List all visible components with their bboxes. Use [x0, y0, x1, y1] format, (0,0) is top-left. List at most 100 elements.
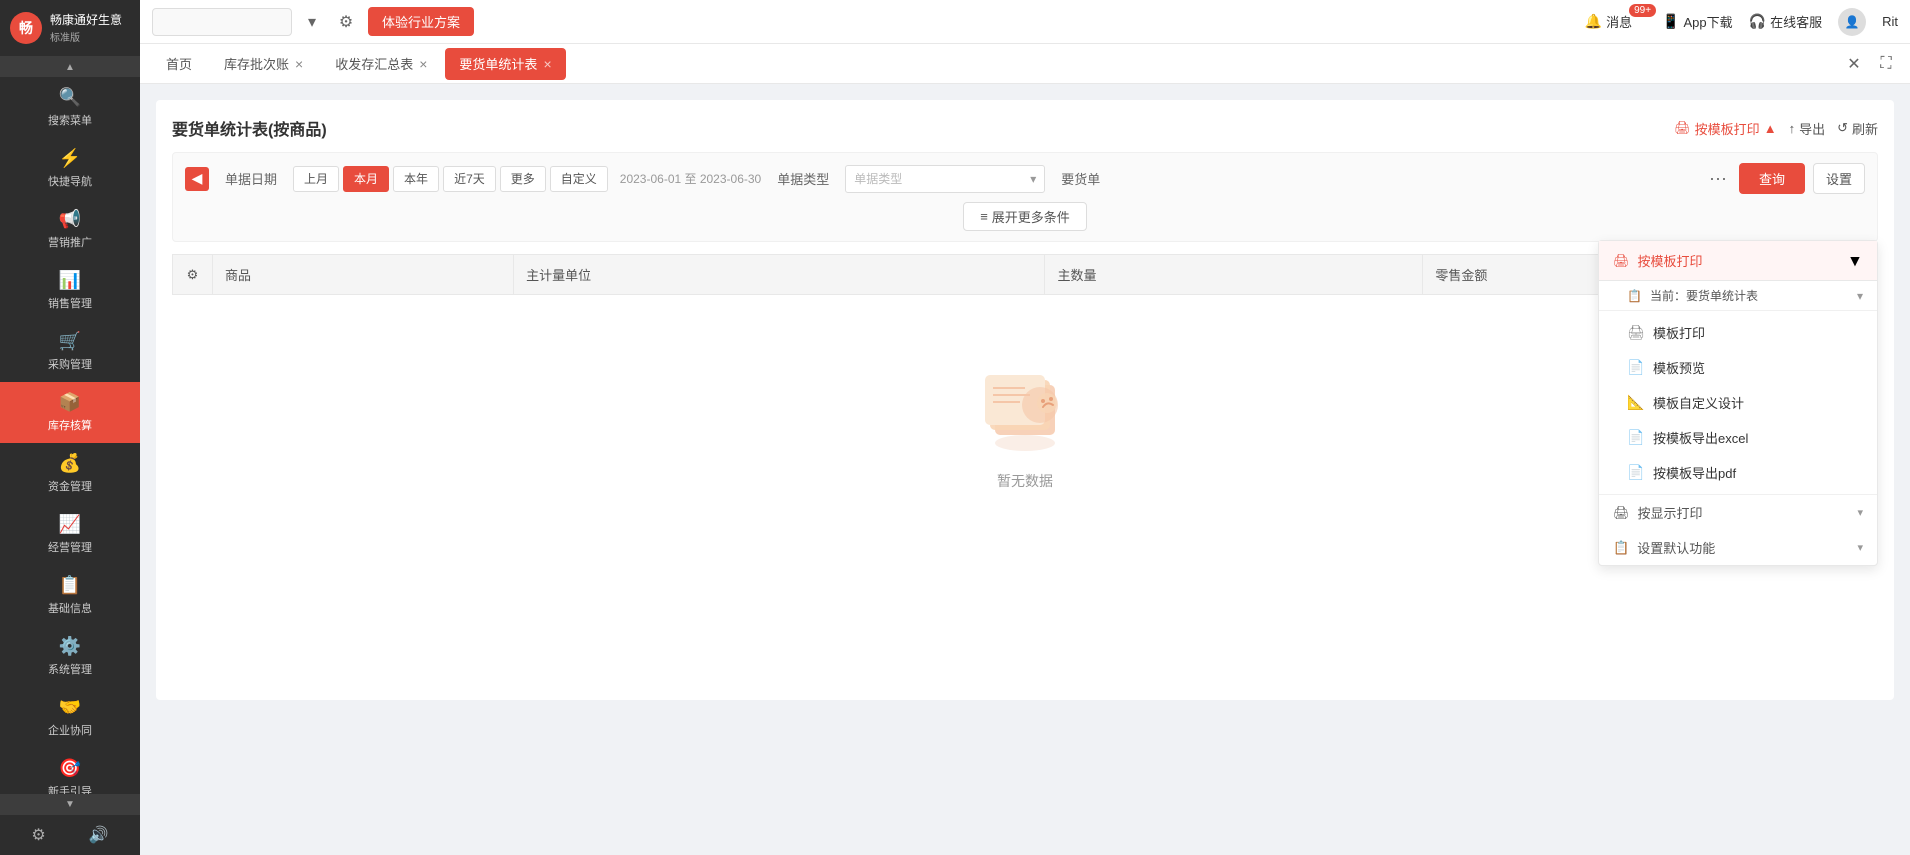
service-icon: 🎧	[1749, 13, 1766, 30]
inventory-icon: 📦	[59, 392, 81, 413]
sidebar-item-search[interactable]: 🔍 搜索菜单	[0, 77, 140, 138]
tabs-maximize-btn[interactable]: ⛶	[1874, 52, 1898, 76]
logo-icon: 畅	[10, 12, 42, 44]
filter-toggle-btn[interactable]: ◀	[185, 167, 209, 191]
set-default-icon: 📋	[1613, 540, 1629, 556]
dropdown-print-icon: 🖨	[1613, 253, 1630, 269]
page-card: 要货单统计表(按商品) 🖨 按模板打印 ▲ ↑ 导出 ↺ 刷新	[156, 100, 1894, 700]
dropdown-item-template-export-pdf[interactable]: 📄 按模板导出pdf	[1599, 455, 1877, 490]
search-icon: 🔍	[59, 87, 81, 108]
tab-order-summary[interactable]: 要货单统计表 ×	[445, 48, 565, 80]
sidebar-item-sales[interactable]: 📊 销售管理	[0, 260, 140, 321]
date-more-btn[interactable]: 更多	[500, 166, 546, 192]
sidebar-item-purchase[interactable]: 🛒 采购管理	[0, 321, 140, 382]
topbar-right: 🔔 消息 99+ 📱 App下载 🎧 在线客服 👤 Rit	[1585, 8, 1898, 36]
date-prev-month-btn[interactable]: 上月	[293, 166, 339, 192]
tabs-bar: 首页 库存批次账 × 收发存汇总表 × 要货单统计表 × ✕ ⛶	[140, 44, 1910, 84]
notice-bell-icon: 🔔	[1585, 13, 1602, 30]
col-quantity: 主数量	[1045, 255, 1423, 295]
sidebar-nav: 🔍 搜索菜单 ⚡ 快捷导航 📢 营销推广 📊 销售管理 🛒 采购管理 📦 库存核…	[0, 77, 140, 794]
sidebar-item-newbie[interactable]: 🎯 新手引导	[0, 748, 140, 794]
col-settings[interactable]: ⚙	[173, 255, 213, 295]
sidebar-item-quicknav[interactable]: ⚡ 快捷导航	[0, 138, 140, 199]
purchase-icon: 🛒	[59, 331, 81, 352]
sidebar-audio-icon[interactable]: 🔊	[89, 825, 109, 845]
filter-doctype-value: 单据类型	[854, 170, 902, 187]
sidebar-item-operation[interactable]: 📈 经营管理	[0, 504, 140, 565]
sales-icon: 📊	[59, 270, 81, 291]
topbar-username[interactable]: Rit	[1882, 14, 1898, 29]
sidebar-item-system[interactable]: ⚙️ 系统管理	[0, 626, 140, 687]
filter-doctype-dropdown[interactable]: 单据类型 ▾	[845, 165, 1045, 193]
tab-inventory-batch-close-icon[interactable]: ×	[295, 57, 303, 71]
sidebar-item-label: 基础信息	[48, 600, 92, 616]
sidebar-item-inventory[interactable]: 📦 库存核算	[0, 382, 140, 443]
date-current-month-btn[interactable]: 本月	[343, 166, 389, 192]
sidebar-item-finance[interactable]: 💰 资金管理	[0, 443, 140, 504]
template-custom-icon: 📐	[1627, 394, 1643, 411]
table-settings-btn[interactable]: 设置	[1813, 163, 1865, 194]
tabs-close-window-btn[interactable]: ✕	[1842, 52, 1866, 76]
sidebar-item-label: 新手引导	[48, 783, 92, 794]
topbar-app-label: App下载	[1684, 12, 1733, 31]
dropdown-item-label: 按模板导出pdf	[1653, 463, 1736, 482]
col-unit: 主计量单位	[514, 255, 1045, 295]
sidebar-item-label: 采购管理	[48, 356, 92, 372]
dropdown-current-template[interactable]: 📋 当前：要货单统计表 ▾	[1599, 281, 1877, 311]
filter-toggle-icon: ◀	[192, 170, 203, 187]
sidebar-scroll-down[interactable]: ▼	[0, 794, 140, 814]
print-template-dropdown: 🖨 按模板打印 ▲ 📋 当前：要货单统计表 ▾ 🖨 模板打印	[1598, 240, 1878, 566]
filter-expand-inner[interactable]: ≡ 展开更多条件	[963, 202, 1087, 231]
topbar: ▾ ⚙ 体验行业方案 🔔 消息 99+ 📱 App下载 🎧 在线客服 👤 Rit	[140, 0, 1910, 44]
sidebar-scroll-up[interactable]: ▲	[0, 57, 140, 77]
current-template-label: 当前：要货单统计表	[1650, 287, 1857, 304]
display-print-arrow-icon: ▾	[1857, 506, 1863, 519]
tab-receipt-summary-close-icon[interactable]: ×	[419, 57, 427, 71]
date-current-year-btn[interactable]: 本年	[393, 166, 439, 192]
topbar-dropdown-btn[interactable]: ▾	[300, 10, 324, 34]
topbar-avatar[interactable]: 👤	[1838, 8, 1866, 36]
set-default-label: 设置默认功能	[1637, 538, 1715, 557]
tab-home[interactable]: 首页	[152, 48, 206, 80]
finance-icon: 💰	[59, 453, 81, 474]
topbar-search-input[interactable]	[152, 8, 292, 36]
sidebar-item-label: 企业协同	[48, 722, 92, 738]
topbar-notice-btn[interactable]: 🔔 消息 99+	[1585, 12, 1646, 31]
query-btn[interactable]: 查询	[1739, 163, 1805, 194]
export-btn[interactable]: ↑ 导出	[1789, 119, 1826, 138]
dropdown-display-print-header[interactable]: 🖨 按显示打印 ▾	[1599, 495, 1877, 530]
dropdown-item-template-export-excel[interactable]: 📄 按模板导出excel	[1599, 420, 1877, 455]
refresh-btn[interactable]: ↺ 刷新	[1837, 119, 1878, 138]
filter-expand-btn[interactable]: ≡ 展开更多条件	[185, 202, 1865, 231]
dropdown-header[interactable]: 🖨 按模板打印 ▲	[1599, 241, 1877, 281]
display-print-icon: 🖨	[1613, 505, 1630, 521]
tab-home-label: 首页	[166, 54, 192, 73]
dropdown-set-default-header[interactable]: 📋 设置默认功能 ▾	[1599, 530, 1877, 565]
sidebar-item-basic[interactable]: 📋 基础信息	[0, 565, 140, 626]
dropdown-item-template-preview[interactable]: 📄 模板预览	[1599, 350, 1877, 385]
notice-badge: 99+	[1629, 4, 1656, 17]
empty-illustration	[975, 355, 1075, 455]
dropdown-arrow-icon: ▾	[1030, 172, 1036, 186]
date-last7days-btn[interactable]: 近7天	[443, 166, 496, 192]
sidebar-settings-icon[interactable]: ⚙	[31, 825, 45, 845]
topbar-app-download-btn[interactable]: 📱 App下载	[1662, 12, 1733, 31]
topbar-promo-button[interactable]: 体验行业方案	[368, 7, 474, 36]
expand-icon: ≡	[980, 209, 988, 224]
tab-order-summary-close-icon[interactable]: ×	[543, 57, 551, 71]
sidebar-item-marketing[interactable]: 📢 营销推广	[0, 199, 140, 260]
print-template-arrow-icon: ▲	[1764, 121, 1777, 136]
topbar-gear-btn[interactable]: ⚙	[332, 8, 360, 36]
tab-receipt-summary[interactable]: 收发存汇总表 ×	[321, 48, 441, 80]
tab-inventory-batch[interactable]: 库存批次账 ×	[210, 48, 317, 80]
dropdown-item-template-print[interactable]: 🖨 模板打印	[1599, 315, 1877, 350]
dropdown-item-template-custom[interactable]: 📐 模板自定义设计	[1599, 385, 1877, 420]
date-custom-btn[interactable]: 自定义	[550, 166, 608, 192]
more-options-btn[interactable]: ···	[1705, 168, 1731, 189]
filter-date-label: 单据日期	[225, 169, 277, 188]
topbar-service-btn[interactable]: 🎧 在线客服	[1749, 12, 1822, 31]
sidebar-item-enterprise[interactable]: 🤝 企业协同	[0, 687, 140, 748]
print-template-btn[interactable]: 🖨 按模板打印 ▲	[1674, 119, 1776, 138]
template-excel-icon: 📄	[1627, 429, 1643, 446]
col-product: 商品	[213, 255, 514, 295]
